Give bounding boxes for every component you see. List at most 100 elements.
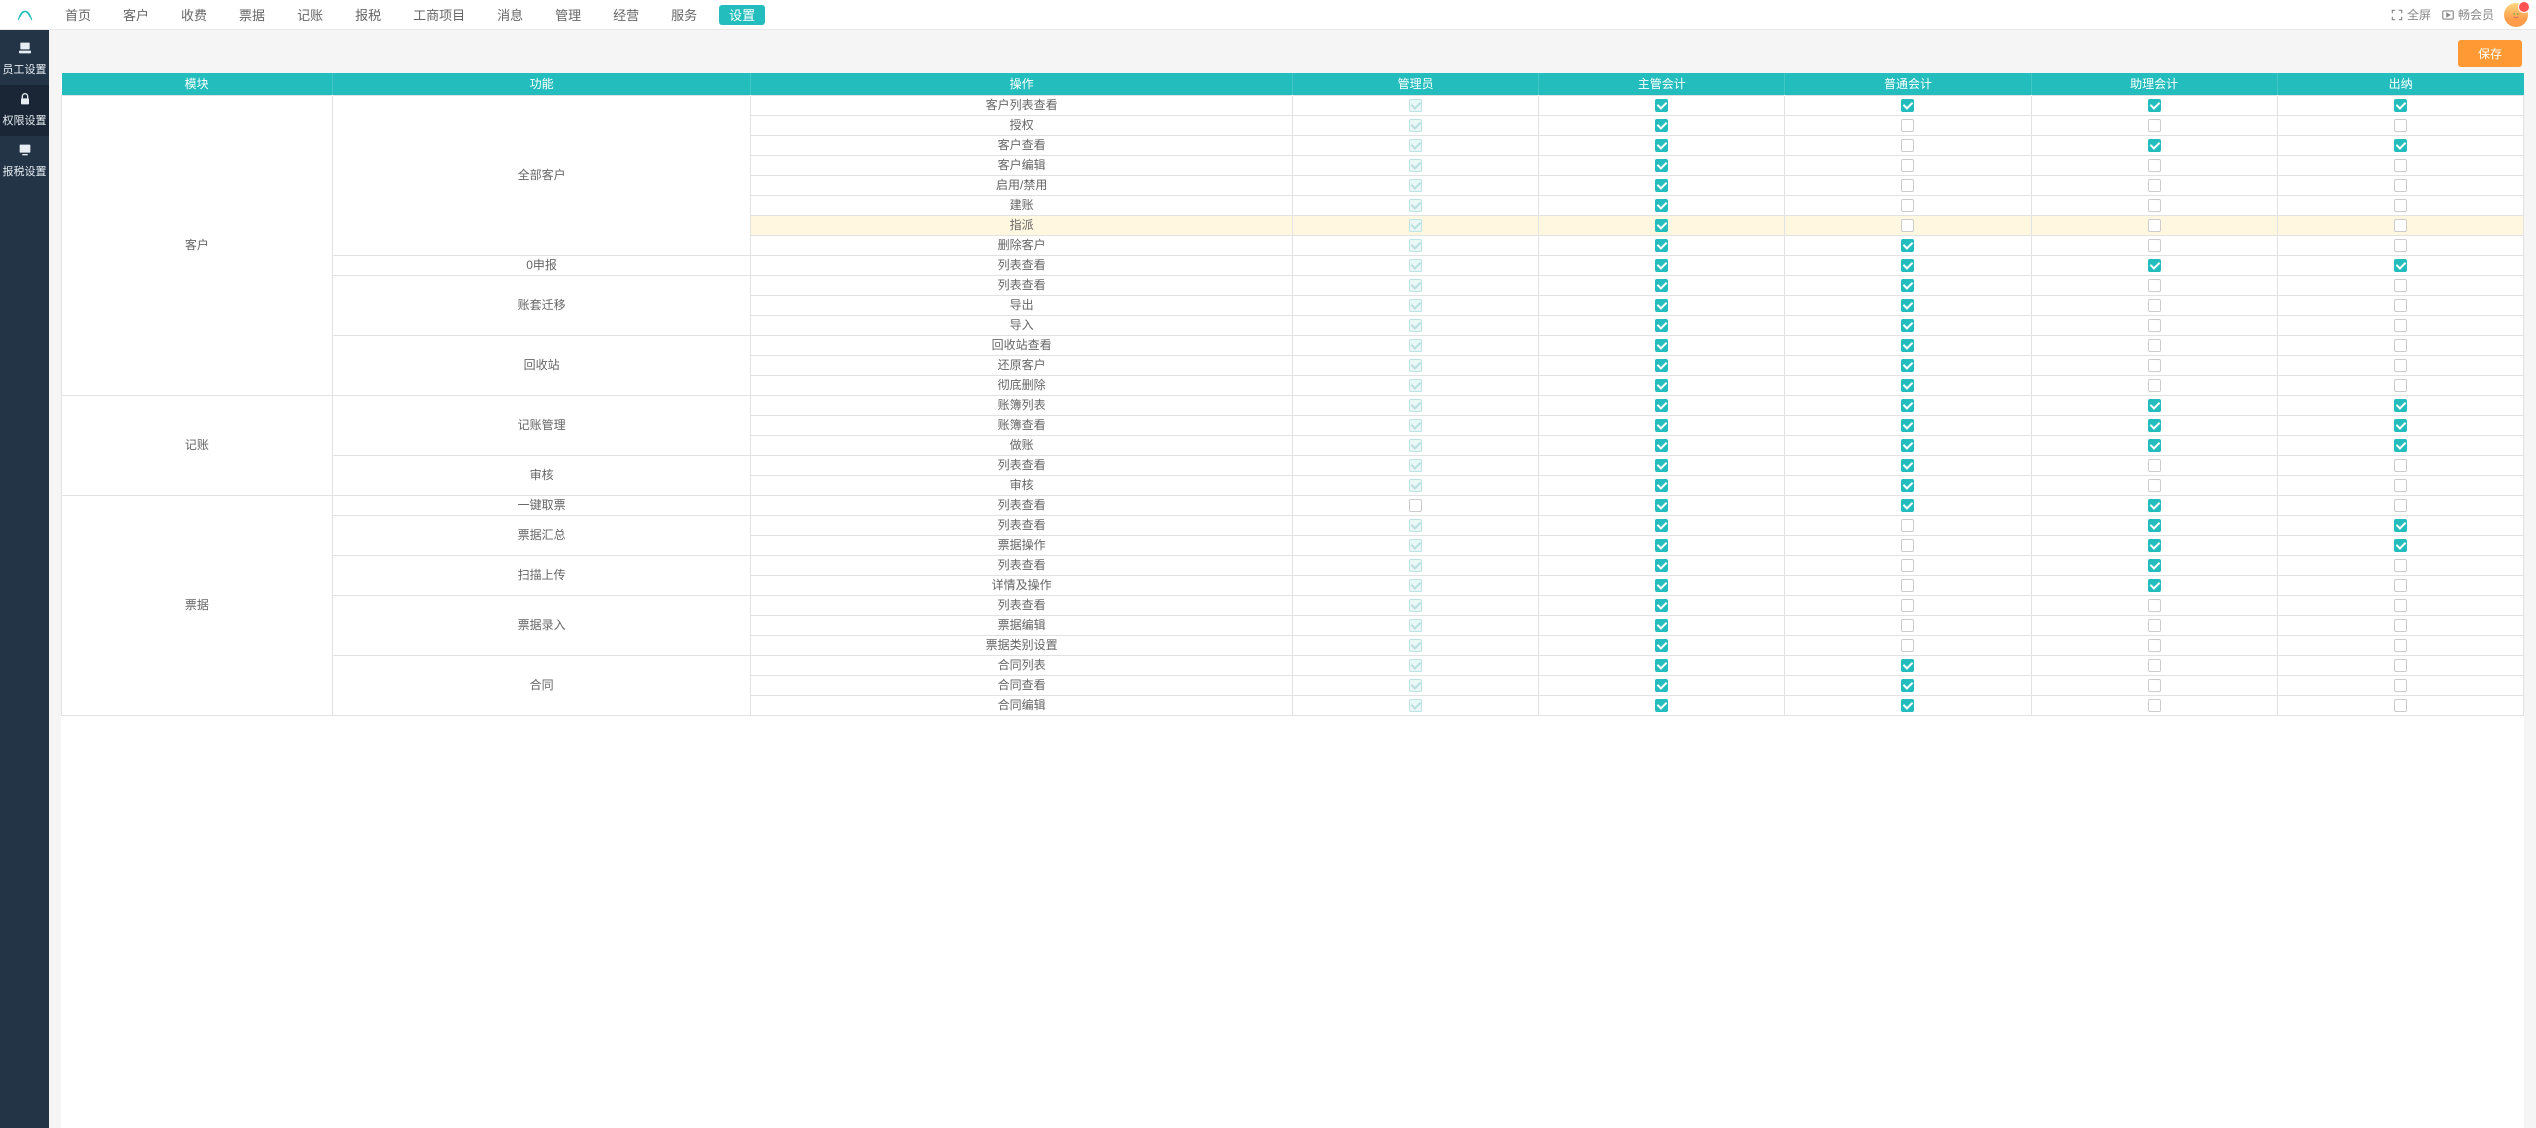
- checkbox[interactable]: [2148, 479, 2161, 492]
- checkbox[interactable]: [2394, 399, 2407, 412]
- checkbox[interactable]: [2148, 119, 2161, 132]
- checkbox[interactable]: [1655, 359, 1668, 372]
- checkbox[interactable]: [2148, 399, 2161, 412]
- checkbox[interactable]: [1901, 499, 1914, 512]
- checkbox[interactable]: [2148, 599, 2161, 612]
- checkbox[interactable]: [2148, 139, 2161, 152]
- checkbox[interactable]: [1901, 179, 1914, 192]
- checkbox[interactable]: [2148, 679, 2161, 692]
- checkbox[interactable]: [1901, 659, 1914, 672]
- checkbox[interactable]: [2148, 339, 2161, 352]
- checkbox[interactable]: [1655, 159, 1668, 172]
- checkbox[interactable]: [2148, 459, 2161, 472]
- checkbox[interactable]: [1655, 99, 1668, 112]
- menu-item-7[interactable]: 消息: [481, 0, 539, 29]
- checkbox[interactable]: [2148, 99, 2161, 112]
- checkbox[interactable]: [1655, 579, 1668, 592]
- checkbox[interactable]: [1901, 379, 1914, 392]
- checkbox[interactable]: [1901, 559, 1914, 572]
- member-button[interactable]: 畅会员: [2441, 6, 2494, 23]
- checkbox[interactable]: [1901, 699, 1914, 712]
- checkbox[interactable]: [1655, 339, 1668, 352]
- checkbox[interactable]: [1655, 319, 1668, 332]
- checkbox[interactable]: [2394, 619, 2407, 632]
- checkbox[interactable]: [1655, 239, 1668, 252]
- checkbox[interactable]: [2394, 119, 2407, 132]
- checkbox[interactable]: [1901, 259, 1914, 272]
- app-logo[interactable]: [0, 0, 49, 30]
- checkbox[interactable]: [2394, 499, 2407, 512]
- menu-item-5[interactable]: 报税: [339, 0, 397, 29]
- checkbox[interactable]: [1655, 139, 1668, 152]
- checkbox[interactable]: [2394, 419, 2407, 432]
- checkbox[interactable]: [1655, 599, 1668, 612]
- checkbox[interactable]: [2394, 139, 2407, 152]
- checkbox[interactable]: [2148, 359, 2161, 372]
- checkbox[interactable]: [2394, 699, 2407, 712]
- menu-item-10[interactable]: 服务: [655, 0, 713, 29]
- checkbox[interactable]: [2148, 299, 2161, 312]
- checkbox[interactable]: [2394, 519, 2407, 532]
- checkbox[interactable]: [2148, 699, 2161, 712]
- checkbox[interactable]: [1901, 519, 1914, 532]
- checkbox[interactable]: [2394, 259, 2407, 272]
- menu-item-8[interactable]: 管理: [539, 0, 597, 29]
- checkbox[interactable]: [1901, 279, 1914, 292]
- checkbox[interactable]: [2394, 439, 2407, 452]
- user-avatar[interactable]: [2504, 3, 2528, 27]
- checkbox[interactable]: [1901, 99, 1914, 112]
- checkbox[interactable]: [1901, 539, 1914, 552]
- checkbox[interactable]: [1655, 619, 1668, 632]
- checkbox[interactable]: [1901, 119, 1914, 132]
- checkbox[interactable]: [2148, 159, 2161, 172]
- checkbox[interactable]: [2394, 219, 2407, 232]
- checkbox[interactable]: [2148, 659, 2161, 672]
- checkbox[interactable]: [2148, 319, 2161, 332]
- checkbox[interactable]: [2394, 279, 2407, 292]
- checkbox[interactable]: [1901, 679, 1914, 692]
- checkbox[interactable]: [1901, 619, 1914, 632]
- checkbox[interactable]: [2394, 319, 2407, 332]
- checkbox[interactable]: [2394, 239, 2407, 252]
- checkbox[interactable]: [2394, 459, 2407, 472]
- checkbox[interactable]: [2148, 499, 2161, 512]
- save-button[interactable]: 保存: [2458, 40, 2522, 67]
- checkbox[interactable]: [1901, 339, 1914, 352]
- checkbox[interactable]: [2394, 159, 2407, 172]
- checkbox[interactable]: [2148, 639, 2161, 652]
- checkbox[interactable]: [1655, 659, 1668, 672]
- checkbox[interactable]: [1655, 419, 1668, 432]
- checkbox[interactable]: [2148, 439, 2161, 452]
- checkbox[interactable]: [1655, 499, 1668, 512]
- checkbox[interactable]: [1655, 299, 1668, 312]
- checkbox[interactable]: [2394, 639, 2407, 652]
- menu-item-9[interactable]: 经营: [597, 0, 655, 29]
- checkbox[interactable]: [1655, 199, 1668, 212]
- checkbox[interactable]: [1409, 499, 1422, 512]
- checkbox[interactable]: [2394, 179, 2407, 192]
- checkbox[interactable]: [1655, 219, 1668, 232]
- checkbox[interactable]: [1901, 579, 1914, 592]
- checkbox[interactable]: [1655, 119, 1668, 132]
- checkbox[interactable]: [1655, 639, 1668, 652]
- menu-item-11[interactable]: 设置: [719, 5, 765, 25]
- checkbox[interactable]: [2394, 379, 2407, 392]
- checkbox[interactable]: [2394, 359, 2407, 372]
- sidebar-item-2[interactable]: 报税设置: [0, 136, 49, 187]
- checkbox[interactable]: [2148, 219, 2161, 232]
- checkbox[interactable]: [1655, 179, 1668, 192]
- fullscreen-button[interactable]: 全屏: [2390, 6, 2431, 23]
- checkbox[interactable]: [1655, 559, 1668, 572]
- checkbox[interactable]: [2148, 579, 2161, 592]
- checkbox[interactable]: [1901, 399, 1914, 412]
- checkbox[interactable]: [2394, 99, 2407, 112]
- checkbox[interactable]: [1655, 379, 1668, 392]
- checkbox[interactable]: [1901, 359, 1914, 372]
- checkbox[interactable]: [2394, 579, 2407, 592]
- checkbox[interactable]: [1901, 639, 1914, 652]
- checkbox[interactable]: [2148, 379, 2161, 392]
- checkbox[interactable]: [2148, 179, 2161, 192]
- checkbox[interactable]: [1901, 479, 1914, 492]
- menu-item-6[interactable]: 工商项目: [397, 0, 481, 29]
- checkbox[interactable]: [2148, 279, 2161, 292]
